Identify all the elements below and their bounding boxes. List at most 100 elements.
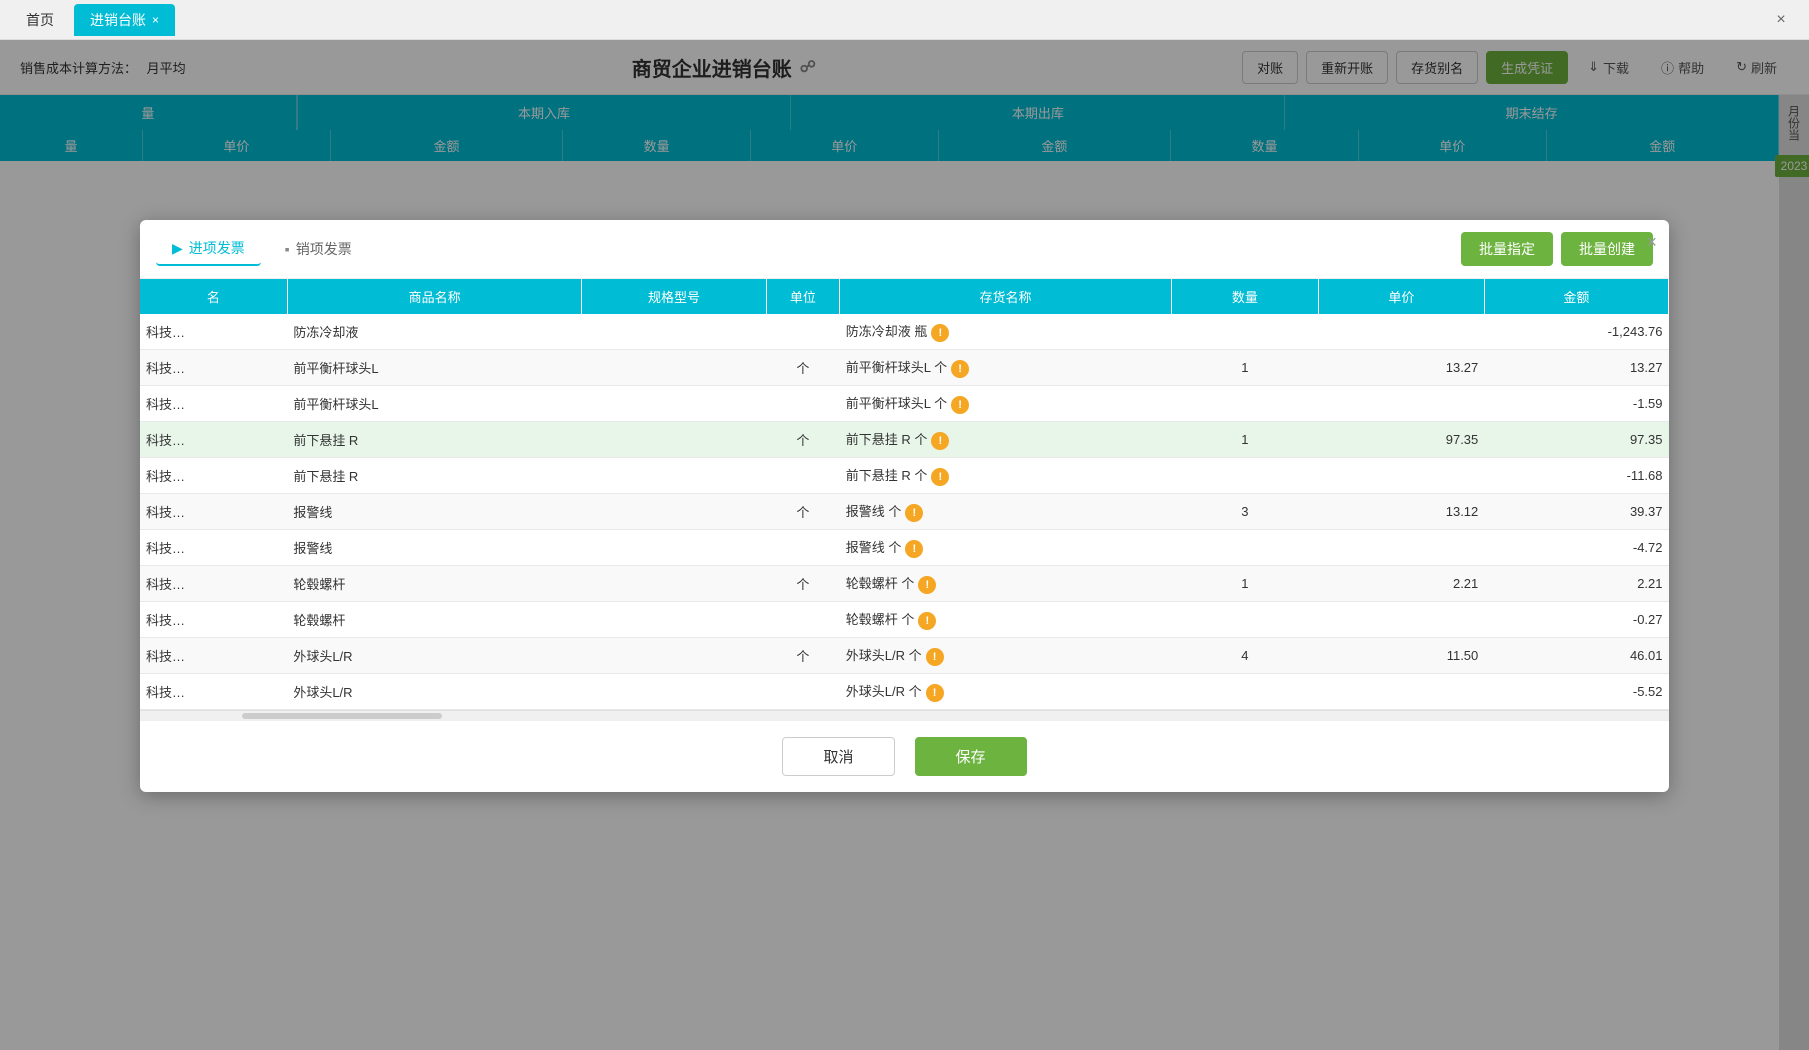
warning-icon: ! — [926, 648, 944, 666]
batch-assign-button[interactable]: 批量指定 — [1461, 232, 1553, 266]
cell-spec — [582, 530, 766, 566]
cell-unit — [766, 530, 840, 566]
invoice-table: 名 商品名称 规格型号 单位 存货名称 数量 单价 金额 科技…防冻冷却液防冻冷… — [140, 279, 1669, 710]
table-row: 科技…前平衡杆球头L前平衡杆球头L 个!-1.59 — [140, 386, 1669, 422]
cell-spec — [582, 494, 766, 530]
cell-goods: 前平衡杆球头L — [287, 386, 582, 422]
table-row: 科技…报警线报警线 个!-4.72 — [140, 530, 1669, 566]
cell-stock: 外球头L/R 个! — [840, 674, 1171, 710]
tab-incoming-invoice[interactable]: ▶ 进项发票 — [156, 232, 261, 266]
table-row: 科技…防冻冷却液防冻冷却液 瓶!-1,243.76 — [140, 314, 1669, 350]
window-close-button[interactable]: × — [1763, 2, 1799, 38]
save-button[interactable]: 保存 — [915, 737, 1027, 776]
cell-price — [1319, 314, 1485, 350]
cell-spec — [582, 674, 766, 710]
cell-stock: 轮毂螺杆 个! — [840, 566, 1171, 602]
cell-spec — [582, 422, 766, 458]
tab-bar: 首页 进销台账 × × — [0, 0, 1809, 40]
cell-unit: 个 — [766, 566, 840, 602]
cell-goods: 外球头L/R — [287, 674, 582, 710]
cell-price: 2.21 — [1319, 566, 1485, 602]
cell-qty — [1171, 458, 1318, 494]
cell-spec — [582, 350, 766, 386]
warning-icon: ! — [905, 540, 923, 558]
cell-amount: 2.21 — [1484, 566, 1668, 602]
cell-price: 13.27 — [1319, 350, 1485, 386]
cell-name: 科技… — [140, 602, 287, 638]
cell-stock: 报警线 个! — [840, 494, 1171, 530]
cell-name: 科技… — [140, 350, 287, 386]
cell-amount: 39.37 — [1484, 494, 1668, 530]
table-row: 科技…前下悬挂 R个前下悬挂 R 个!197.3597.35 — [140, 422, 1669, 458]
cell-goods: 前下悬挂 R — [287, 458, 582, 494]
modal-table-wrapper[interactable]: 名 商品名称 规格型号 单位 存货名称 数量 单价 金额 科技…防冻冷却液防冻冷… — [140, 279, 1669, 710]
cell-unit — [766, 386, 840, 422]
batch-create-button[interactable]: 批量创建 — [1561, 232, 1653, 266]
th-price: 单价 — [1319, 279, 1485, 314]
table-row: 科技…前平衡杆球头L个前平衡杆球头L 个!113.2713.27 — [140, 350, 1669, 386]
cell-goods: 前下悬挂 R — [287, 422, 582, 458]
cell-price — [1319, 458, 1485, 494]
horizontal-scrollbar[interactable] — [140, 710, 1669, 720]
cell-unit: 个 — [766, 422, 840, 458]
cell-qty — [1171, 674, 1318, 710]
cell-qty — [1171, 314, 1318, 350]
warning-icon: ! — [951, 396, 969, 414]
cell-name: 科技… — [140, 638, 287, 674]
cell-goods: 轮毂螺杆 — [287, 566, 582, 602]
cell-name: 科技… — [140, 566, 287, 602]
cell-stock: 报警线 个! — [840, 530, 1171, 566]
cell-spec — [582, 314, 766, 350]
cell-unit: 个 — [766, 350, 840, 386]
cell-unit — [766, 314, 840, 350]
cell-spec — [582, 638, 766, 674]
th-amount: 金额 — [1484, 279, 1668, 314]
cell-goods: 防冻冷却液 — [287, 314, 582, 350]
cell-goods: 外球头L/R — [287, 638, 582, 674]
warning-icon: ! — [918, 612, 936, 630]
warning-icon: ! — [905, 504, 923, 522]
tab-home[interactable]: 首页 — [10, 4, 70, 36]
cell-unit — [766, 602, 840, 638]
modal-header: ▶ 进项发票 ▪ 销项发票 批量指定 批量创建 × — [140, 220, 1669, 279]
warning-icon: ! — [918, 576, 936, 594]
tab-ledger[interactable]: 进销台账 × — [74, 4, 175, 36]
modal-footer: 取消 保存 — [140, 720, 1669, 792]
th-goods: 商品名称 — [287, 279, 582, 314]
tab-outgoing-invoice[interactable]: ▪ 销项发票 — [269, 233, 368, 265]
cell-qty: 1 — [1171, 422, 1318, 458]
cell-spec — [582, 458, 766, 494]
cancel-button[interactable]: 取消 — [782, 737, 894, 776]
incoming-icon: ▶ — [172, 240, 183, 257]
table-row: 科技…报警线个报警线 个!313.1239.37 — [140, 494, 1669, 530]
cell-price — [1319, 674, 1485, 710]
cell-qty — [1171, 530, 1318, 566]
cell-stock: 外球头L/R 个! — [840, 638, 1171, 674]
cell-qty — [1171, 386, 1318, 422]
modal-close-button[interactable]: × — [1646, 232, 1657, 253]
th-unit: 单位 — [766, 279, 840, 314]
cell-unit — [766, 674, 840, 710]
cell-amount: -1.59 — [1484, 386, 1668, 422]
tab-close-icon[interactable]: × — [152, 13, 159, 27]
cell-qty: 1 — [1171, 350, 1318, 386]
th-stock: 存货名称 — [840, 279, 1171, 314]
table-head: 名 商品名称 规格型号 单位 存货名称 数量 单价 金额 — [140, 279, 1669, 314]
cell-amount: -5.52 — [1484, 674, 1668, 710]
cell-price — [1319, 386, 1485, 422]
cell-price — [1319, 602, 1485, 638]
modal-action-buttons: 批量指定 批量创建 — [1461, 232, 1653, 266]
cell-spec — [582, 602, 766, 638]
cell-goods: 前平衡杆球头L — [287, 350, 582, 386]
cell-spec — [582, 566, 766, 602]
cell-stock: 轮毂螺杆 个! — [840, 602, 1171, 638]
cell-goods: 轮毂螺杆 — [287, 602, 582, 638]
cell-spec — [582, 386, 766, 422]
cell-name: 科技… — [140, 386, 287, 422]
table-row: 科技…轮毂螺杆轮毂螺杆 个!-0.27 — [140, 602, 1669, 638]
warning-icon: ! — [931, 432, 949, 450]
cell-unit — [766, 458, 840, 494]
cell-stock: 防冻冷却液 瓶! — [840, 314, 1171, 350]
table-row: 科技…轮毂螺杆个轮毂螺杆 个!12.212.21 — [140, 566, 1669, 602]
cell-name: 科技… — [140, 494, 287, 530]
